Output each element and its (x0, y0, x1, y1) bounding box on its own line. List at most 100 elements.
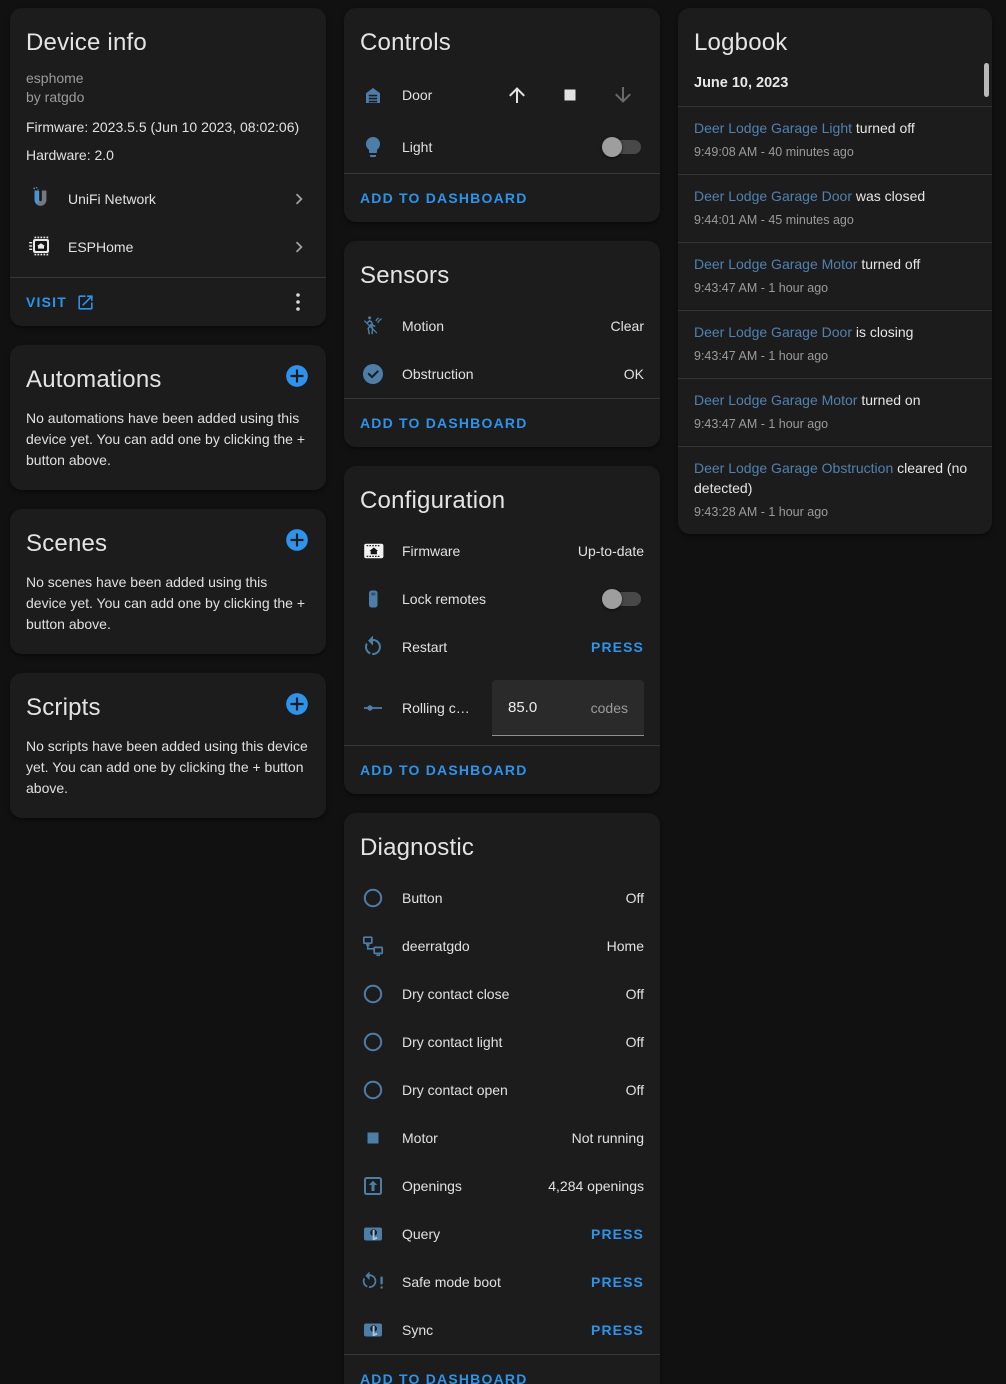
dots-vertical-icon (296, 293, 300, 311)
add-to-dashboard-button[interactable]: ADD TO DASHBOARD (360, 415, 528, 431)
check-circle-icon (360, 361, 386, 387)
gesture-tap-button-icon (360, 1221, 386, 1247)
left-column: Device info esphome by ratgdo Firmware: … (10, 8, 326, 818)
logbook-entry: Deer Lodge Garage Motor turned off 9:43:… (678, 242, 992, 310)
remote-icon (360, 586, 386, 612)
add-to-dashboard-button[interactable]: ADD TO DASHBOARD (360, 1371, 528, 1384)
stop-icon (564, 89, 576, 101)
sync-press-button[interactable]: PRESS (591, 1322, 644, 1338)
logbook-entity-link[interactable]: Deer Lodge Garage Motor (694, 392, 857, 408)
restart-row: Restart PRESS (344, 623, 660, 671)
garage-door-icon (360, 82, 386, 108)
logbook-message: Deer Lodge Garage Obstruction cleared (n… (694, 458, 970, 498)
scripts-title: Scripts (26, 694, 101, 721)
esphome-chip-icon (26, 233, 54, 261)
add-to-dashboard-button[interactable]: ADD TO DASHBOARD (360, 762, 528, 778)
obstruction-sensor-row[interactable]: Obstruction OK (344, 350, 660, 398)
logbook-entry: Deer Lodge Garage Light turned off 9:49:… (678, 106, 992, 174)
safe-mode-boot-press-button[interactable]: PRESS (591, 1274, 644, 1290)
connection-row-unifi[interactable]: UniFi Network (10, 175, 326, 223)
diagnostic-row-dry-contact-open[interactable]: Dry contact open Off (344, 1066, 660, 1114)
motion-sensor-row[interactable]: Motion Clear (344, 302, 660, 350)
logbook-entry: Deer Lodge Garage Door was closed 9:44:0… (678, 174, 992, 242)
controls-title: Controls (360, 29, 451, 56)
diagnostic-row-openings[interactable]: Openings 4,284 openings (344, 1162, 660, 1210)
diagnostic-row-motor[interactable]: Motor Not running (344, 1114, 660, 1162)
logbook-message: Deer Lodge Garage Door was closed (694, 186, 970, 206)
motion-label: Motion (402, 318, 445, 334)
firmware-row[interactable]: Firmware Up-to-date (344, 527, 660, 575)
obstruction-value: OK (623, 366, 644, 382)
light-control-row: Light (344, 121, 660, 173)
arrow-down-icon (615, 87, 631, 103)
scenes-title: Scenes (26, 530, 108, 557)
logbook-date-header: June 10, 2023 (694, 75, 789, 91)
configuration-card: Configuration Firmware Up-to-date Lock r… (344, 466, 660, 794)
logbook-entity-link[interactable]: Deer Lodge Garage Door (694, 324, 852, 340)
restart-press-button[interactable]: PRESS (591, 639, 644, 655)
lan-icon (360, 933, 386, 959)
add-automation-button[interactable] (284, 363, 310, 389)
configuration-footer: ADD TO DASHBOARD (344, 745, 660, 794)
add-to-dashboard-button[interactable]: ADD TO DASHBOARD (360, 190, 528, 206)
logbook-entry: Deer Lodge Garage Motor turned on 9:43:4… (678, 378, 992, 446)
plus-circle-icon (286, 528, 308, 551)
diagnostic-row-query: Query PRESS (344, 1210, 660, 1258)
diagnostic-row-deerratgdo[interactable]: deerratgdo Home (344, 922, 660, 970)
logbook-entity-link[interactable]: Deer Lodge Garage Motor (694, 256, 857, 272)
slider-icon (360, 695, 386, 721)
diagnostic-card: Diagnostic Button Off deerratgdo Home Dr… (344, 813, 660, 1384)
device-page: Device info esphome by ratgdo Firmware: … (0, 0, 1006, 1384)
connection-row-esphome[interactable]: ESPHome (10, 223, 326, 271)
lightbulb-icon (360, 134, 386, 160)
circle-outline-icon (360, 1029, 386, 1055)
arrow-up-box-icon (360, 1173, 386, 1199)
diagnostic-row-dry-contact-light[interactable]: Dry contact light Off (344, 1018, 660, 1066)
lock-remotes-toggle[interactable] (602, 589, 642, 609)
automations-card: Automations No automations have been add… (10, 345, 326, 490)
door-close-button[interactable] (611, 83, 635, 107)
gesture-tap-button-icon (360, 1317, 386, 1343)
logbook-message: Deer Lodge Garage Door is closing (694, 322, 970, 342)
sensors-title: Sensors (360, 262, 450, 289)
logbook-entity-link[interactable]: Deer Lodge Garage Light (694, 120, 852, 136)
logbook-event-text: turned off (861, 256, 921, 272)
diagnostic-row-sync: Sync PRESS (344, 1306, 660, 1354)
device-menu-button[interactable] (286, 290, 310, 314)
logbook-entry: Deer Lodge Garage Obstruction cleared (n… (678, 446, 992, 534)
add-scene-button[interactable] (284, 527, 310, 553)
obstruction-label: Obstruction (402, 366, 474, 382)
device-hardware-line: Hardware: 2.0 (26, 147, 114, 163)
plus-circle-icon (286, 692, 308, 715)
logbook-scrollbar[interactable] (984, 63, 989, 97)
firmware-chip-icon (360, 538, 386, 564)
automations-title: Automations (26, 366, 162, 393)
logbook-timestamp: 9:43:47 AM - 1 hour ago (694, 417, 829, 431)
controls-card: Controls Door Light ADD TO DASHBOARD (344, 8, 660, 222)
device-info-card: Device info esphome by ratgdo Firmware: … (10, 8, 326, 326)
scenes-header: Scenes (10, 509, 326, 570)
chevron-right-icon (288, 188, 310, 210)
logbook-timestamp: 9:44:01 AM - 45 minutes ago (694, 213, 854, 227)
connection-label: UniFi Network (68, 191, 156, 207)
circle-outline-icon (360, 1077, 386, 1103)
scripts-empty-text: No scripts have been added using this de… (26, 738, 308, 796)
door-label: Door (402, 87, 433, 103)
visit-button[interactable]: VISIT (26, 293, 95, 312)
scenes-card: Scenes No scenes have been added using t… (10, 509, 326, 654)
light-toggle[interactable] (602, 137, 642, 157)
logbook-entity-link[interactable]: Deer Lodge Garage Obstruction (694, 460, 893, 476)
query-press-button[interactable]: PRESS (591, 1226, 644, 1242)
diagnostic-row-button[interactable]: Button Off (344, 874, 660, 922)
diagnostic-row-dry-contact-close[interactable]: Dry contact close Off (344, 970, 660, 1018)
restart-label: Restart (402, 639, 448, 655)
door-open-button[interactable] (505, 83, 529, 107)
logbook-event-text: turned on (861, 392, 921, 408)
logbook-entity-link[interactable]: Deer Lodge Garage Door (694, 188, 852, 204)
plus-circle-icon (286, 364, 308, 387)
rolling-code-row: Rolling co… codes (344, 671, 660, 745)
door-stop-button[interactable] (558, 83, 582, 107)
rolling-code-input[interactable] (508, 699, 581, 716)
right-column: Logbook June 10, 2023 Deer Lodge Garage … (678, 8, 992, 534)
add-script-button[interactable] (284, 691, 310, 717)
